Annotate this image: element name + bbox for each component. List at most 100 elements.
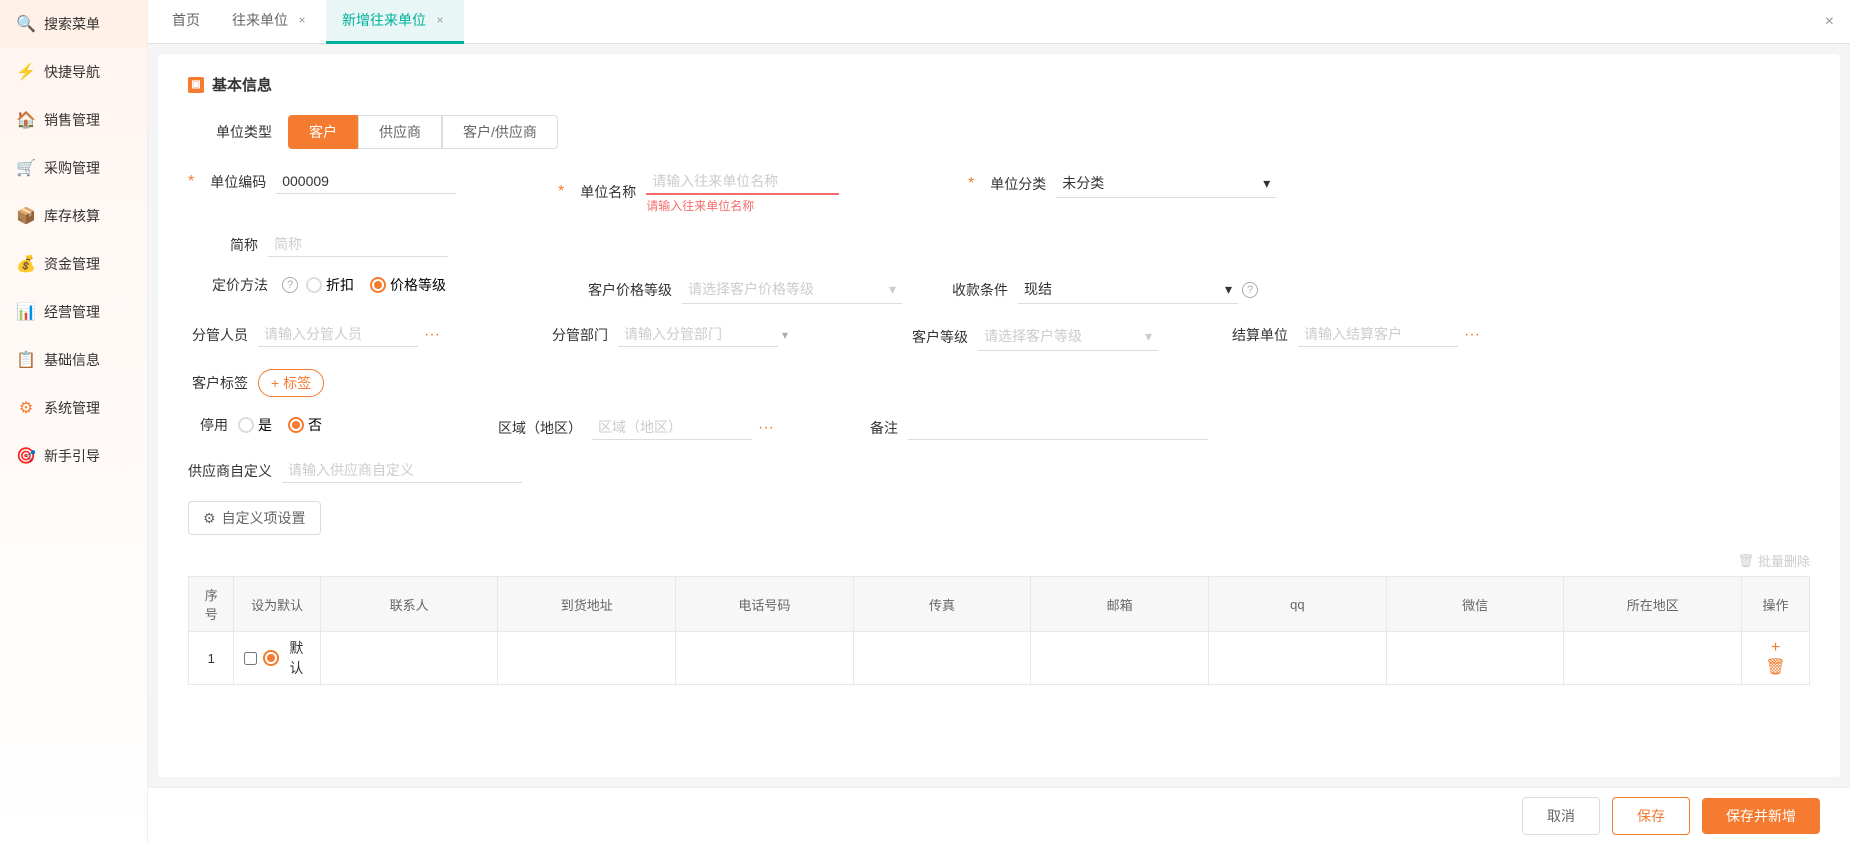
row-add-button[interactable]: + [1767, 639, 1784, 657]
settlement-input[interactable] [1298, 322, 1458, 347]
manager-input[interactable] [258, 322, 418, 347]
type-btn-both[interactable]: 客户/供应商 [442, 115, 558, 149]
sidebar-item-guide[interactable]: 🎯 新手引导 [0, 432, 147, 480]
cell-email [1031, 632, 1209, 685]
sidebar-item-sales[interactable]: 🏠 销售管理 [0, 96, 147, 144]
region-label: 区域（地区） [498, 418, 592, 438]
remark-label: 备注 [868, 418, 908, 438]
disabled-radio-yes[interactable]: 是 [238, 415, 272, 435]
section-title-icon: ▣ [188, 77, 204, 93]
type-btn-customer[interactable]: 客户 [288, 115, 358, 149]
contact-input[interactable] [331, 651, 488, 666]
dept-input[interactable] [618, 322, 778, 347]
pricing-radio-discount[interactable]: 折扣 [306, 275, 354, 295]
pricing-label: 定价方法 [188, 275, 278, 295]
tab-new-partner-close[interactable]: × [432, 12, 448, 28]
pricing-help-icon[interactable]: ? [282, 277, 298, 293]
field-remark: 备注 [868, 415, 1268, 440]
sidebar-label-inventory: 库存核算 [44, 206, 100, 226]
settlement-more-btn[interactable]: ··· [1458, 326, 1486, 344]
customer-price-select[interactable]: 请选择客户价格等级 ▾ [682, 275, 902, 304]
cell-default: 默认 [234, 632, 320, 685]
field-dept: 分管部门 ▾ [548, 322, 888, 347]
discount-radio-circle [306, 277, 322, 293]
sidebar-label-system: 系统管理 [44, 398, 100, 418]
section-title: ▣ 基本信息 [188, 74, 1810, 95]
address-input[interactable] [508, 651, 665, 666]
row-supplier-custom: 供应商自定义 [188, 458, 1810, 483]
sidebar-item-operation[interactable]: 📊 经营管理 [0, 288, 147, 336]
payment-select[interactable]: 现结 ▾ [1018, 275, 1238, 304]
row-checkbox[interactable] [244, 652, 257, 665]
remark-input[interactable] [908, 415, 1208, 440]
shortname-input[interactable] [268, 232, 448, 257]
code-label: 单位编码 [196, 172, 276, 192]
field-customer-price: 客户价格等级 请选择客户价格等级 ▾ [588, 275, 928, 304]
pricing-radio-pricelevel[interactable]: 价格等级 [370, 275, 446, 295]
category-arrow: ▾ [1263, 175, 1270, 192]
save-button[interactable]: 保存 [1612, 797, 1690, 835]
save-new-button[interactable]: 保存并新增 [1702, 798, 1820, 834]
window-close-button[interactable]: × [1825, 13, 1834, 31]
field-pricing: 定价方法 ? 折扣 价格等级 [188, 275, 568, 295]
email-input[interactable] [1041, 651, 1198, 666]
custom-setting-button[interactable]: ⚙ 自定义项设置 [188, 501, 321, 535]
tab-new-partner[interactable]: 新增往来单位 × [326, 0, 464, 44]
cell-qq [1209, 632, 1387, 685]
sidebar-item-search[interactable]: 🔍 搜索菜单 [0, 0, 147, 48]
row-delete-button[interactable]: 🗑 [1761, 657, 1789, 677]
cell-region [1564, 632, 1742, 685]
payment-help-icon[interactable]: ? [1242, 282, 1258, 298]
payment-value: 现结 [1024, 279, 1052, 299]
discount-label: 折扣 [326, 275, 354, 295]
payment-label: 收款条件 [948, 280, 1018, 300]
qq-input[interactable] [1219, 651, 1376, 666]
cell-weixin [1386, 632, 1564, 685]
supplier-custom-label: 供应商自定义 [188, 461, 282, 481]
batch-delete-label[interactable]: 批量删除 [1758, 551, 1810, 570]
code-input[interactable] [276, 169, 456, 194]
tab-new-partner-label: 新增往来单位 [342, 10, 426, 30]
sidebar-label-sales: 销售管理 [44, 110, 100, 130]
disabled-radio-no[interactable]: 否 [288, 415, 322, 435]
weixin-input[interactable] [1397, 651, 1554, 666]
row-pricing: 定价方法 ? 折扣 价格等级 客户价格等级 请选择客户价格等级 [188, 275, 1810, 304]
sidebar-item-finance[interactable]: 💰 资金管理 [0, 240, 147, 288]
type-btn-supplier[interactable]: 供应商 [358, 115, 442, 149]
tab-home[interactable]: 首页 [156, 0, 216, 44]
field-shortname: 简称 [188, 232, 528, 257]
name-error-msg: 请输入往来单位名称 [646, 197, 839, 214]
region-input[interactable] [592, 415, 752, 440]
category-select[interactable]: 未分类 ▾ [1056, 169, 1276, 198]
customer-level-label: 客户等级 [908, 327, 978, 347]
cell-contact [320, 632, 498, 685]
shortname-label: 简称 [188, 235, 268, 255]
sidebar-item-inventory[interactable]: 📦 库存核算 [0, 192, 147, 240]
col-action: 操作 [1742, 577, 1810, 632]
region-more-btn[interactable]: ··· [752, 419, 780, 437]
sidebar-label-operation: 经营管理 [44, 302, 100, 322]
field-supplier-custom: 供应商自定义 [188, 458, 588, 483]
sidebar-item-system[interactable]: ⚙ 系统管理 [0, 384, 147, 432]
cell-region-input[interactable] [1574, 651, 1731, 666]
manager-more-btn[interactable]: ··· [418, 326, 446, 344]
sales-icon: 🏠 [16, 110, 36, 130]
customer-level-placeholder: 请选择客户等级 [984, 326, 1082, 346]
col-email: 邮箱 [1031, 577, 1209, 632]
tab-partners[interactable]: 往来单位 × [216, 0, 326, 44]
tab-partners-close[interactable]: × [294, 12, 310, 28]
sidebar-item-purchase[interactable]: 🛒 采购管理 [0, 144, 147, 192]
supplier-custom-input[interactable] [282, 458, 522, 483]
add-tag-button[interactable]: + 标签 [258, 369, 324, 397]
default-radio[interactable]: 默认 [263, 638, 309, 678]
fax-input[interactable] [864, 651, 1021, 666]
sidebar-item-basic-info[interactable]: 📋 基础信息 [0, 336, 147, 384]
col-region: 所在地区 [1564, 577, 1742, 632]
customer-level-select[interactable]: 请选择客户等级 ▾ [978, 322, 1158, 351]
cancel-button[interactable]: 取消 [1522, 797, 1600, 835]
pricing-radio-group: 折扣 价格等级 [306, 275, 446, 295]
sidebar-item-quick-nav[interactable]: ⚡ 快捷导航 [0, 48, 147, 96]
phone-input[interactable] [686, 651, 843, 666]
form-container: ▣ 基本信息 单位类型 客户 供应商 客户/供应商 * 单位编码 * 单位名称 [158, 54, 1840, 777]
name-input[interactable] [646, 169, 839, 195]
